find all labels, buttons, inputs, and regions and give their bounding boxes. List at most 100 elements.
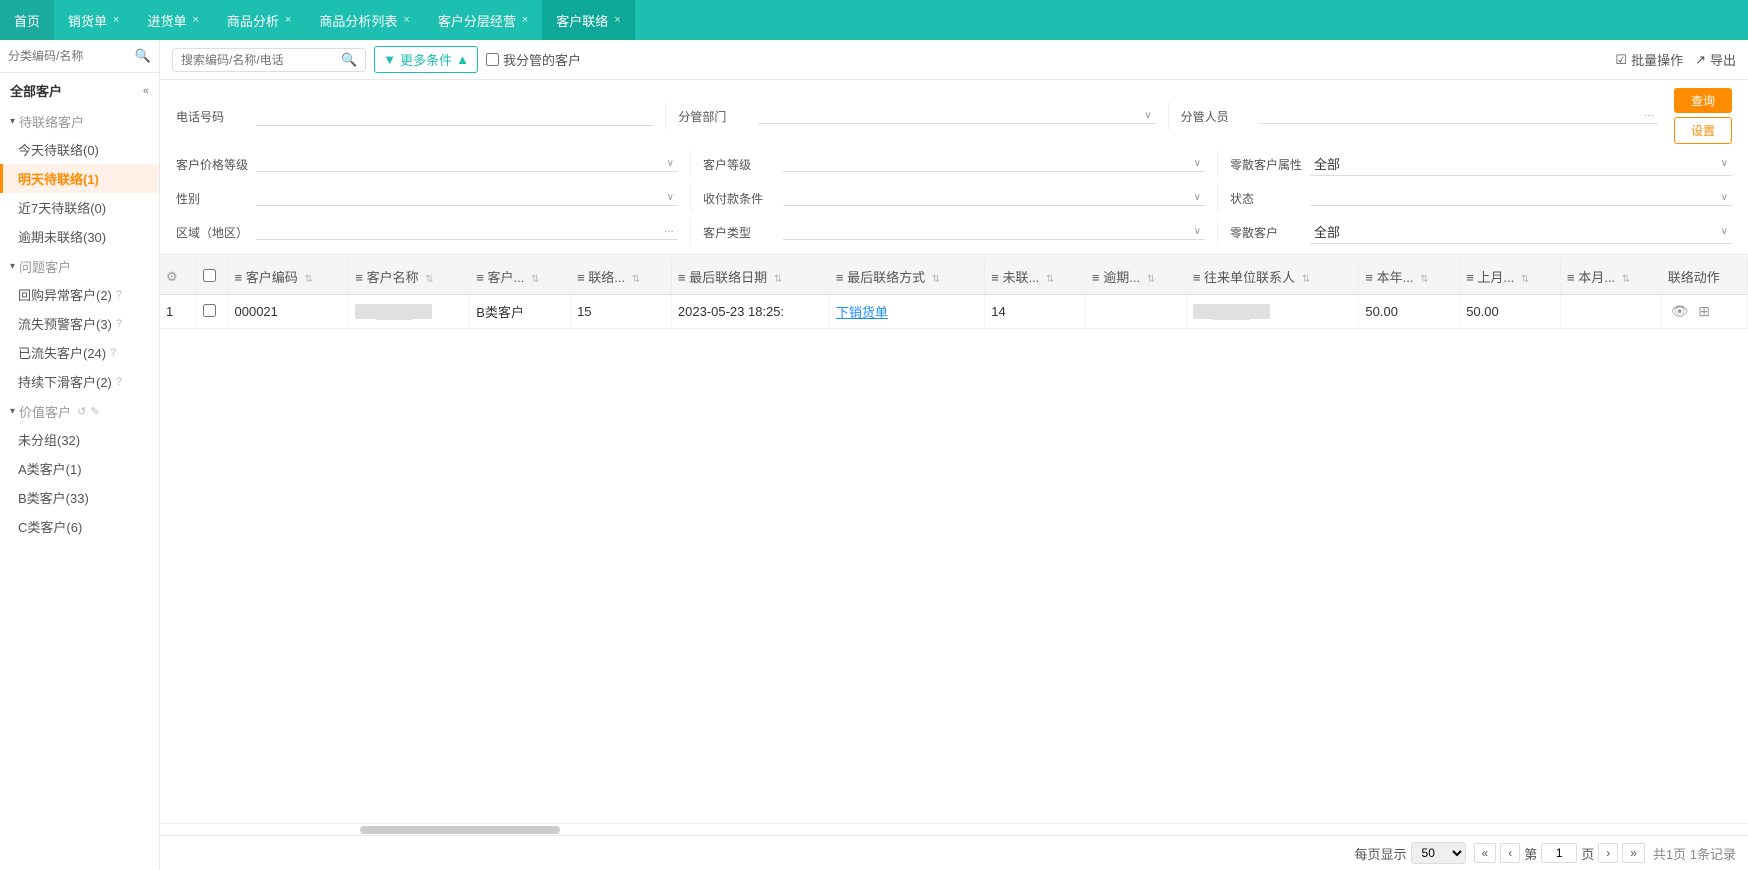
sort-icon: ⇅ xyxy=(1147,274,1155,285)
close-icon[interactable]: × xyxy=(614,14,620,26)
sidebar-item-tomorrow-contact[interactable]: 明天待联络(1) xyxy=(0,164,159,193)
chevron-down-icon: ∨ xyxy=(1194,226,1201,237)
filter-divider2 xyxy=(1168,102,1169,130)
select-all-checkbox[interactable] xyxy=(203,269,216,282)
th-overdue[interactable]: ≡ 逾期... ⇅ xyxy=(1086,259,1187,295)
page-input[interactable] xyxy=(1541,843,1577,863)
nav-customer-segment[interactable]: 客户分层经营 × xyxy=(424,0,542,40)
refresh-icon[interactable]: ↺ xyxy=(77,405,86,418)
gender-select[interactable]: ∨ xyxy=(256,190,678,206)
nav-sales-order[interactable]: 销货单 × xyxy=(54,0,133,40)
search-icon[interactable]: 🔍 xyxy=(341,52,357,68)
edit-icon[interactable]: ✎ xyxy=(90,405,99,418)
gender-label: 性别 xyxy=(176,190,256,207)
sidebar-item-7days-contact[interactable]: 近7天待联络(0) xyxy=(0,193,159,222)
grade-select[interactable]: ∨ xyxy=(783,156,1205,172)
search-input[interactable] xyxy=(181,53,341,67)
th-contacts[interactable]: ≡ 往来单位联系人 ⇅ xyxy=(1186,259,1359,295)
chevron-down-icon: ∨ xyxy=(1194,158,1201,169)
region-select[interactable]: ··· xyxy=(256,224,678,240)
status-select[interactable]: ∨ xyxy=(1310,190,1732,206)
last-page-btn[interactable]: » xyxy=(1622,843,1645,863)
sidebar-item-churned[interactable]: 已流失客户(24) ? xyxy=(0,338,159,367)
filter-area: 电话号码 分管部门 ∨ 分管人员 ··· xyxy=(160,80,1748,255)
sidebar-item-class-b[interactable]: B类客户(33) xyxy=(0,483,159,512)
filter-more-btn[interactable]: ▼ 更多条件 ▲ xyxy=(374,46,478,73)
settings-icon[interactable]: ⚙ xyxy=(166,269,178,284)
sidebar-item-declining[interactable]: 持续下滑客户(2) ? xyxy=(0,367,159,396)
sidebar-item-class-c[interactable]: C类客户(6) xyxy=(0,512,159,541)
phone-label: 电话号码 xyxy=(176,108,256,125)
manager-select[interactable]: ··· xyxy=(1261,108,1658,124)
th-customer-code[interactable]: ≡ 客户编码 ⇅ xyxy=(228,259,349,295)
close-icon[interactable]: × xyxy=(285,14,291,26)
sidebar-item-churn-warning[interactable]: 流失预警客户(3) ? xyxy=(0,309,159,338)
sidebar-search-input[interactable] xyxy=(8,49,135,63)
nav-home[interactable]: 首页 xyxy=(0,0,54,40)
reset-button[interactable]: 设置 xyxy=(1674,117,1732,144)
retail-customer-select[interactable]: 全部 ∨ xyxy=(1310,220,1732,244)
td-code: 000021 xyxy=(228,295,349,329)
filter-divider xyxy=(665,102,666,130)
phone-input[interactable] xyxy=(256,107,653,126)
export-icon: ↗ xyxy=(1695,52,1706,68)
sidebar-all-customers[interactable]: 全部客户 « xyxy=(0,73,159,106)
close-icon[interactable]: × xyxy=(522,14,528,26)
nav-purchase-order[interactable]: 进货单 × xyxy=(133,0,212,40)
th-contact-count[interactable]: ≡ 联络... ⇅ xyxy=(571,259,672,295)
my-customers-checkbox-label[interactable]: 我分管的客户 xyxy=(486,50,581,69)
filter-cell-phone: 电话号码 xyxy=(176,102,653,130)
close-icon[interactable]: × xyxy=(192,14,198,26)
prev-page-btn[interactable]: ‹ xyxy=(1500,843,1520,863)
search-icon[interactable]: 🔍 xyxy=(135,48,151,64)
th-customer-name[interactable]: ≡ 客户名称 ⇅ xyxy=(349,259,470,295)
page-size-select[interactable]: 50 10 20 100 xyxy=(1411,842,1466,864)
sort-icon: ⇅ xyxy=(1302,274,1310,285)
sort-icon: ⇅ xyxy=(531,274,539,285)
payment-select[interactable]: ∨ xyxy=(783,190,1205,206)
sidebar-item-ungrouped[interactable]: 未分组(32) xyxy=(0,425,159,454)
horizontal-scrollbar[interactable] xyxy=(360,826,560,834)
th-uncontacted[interactable]: ≡ 未联... ⇅ xyxy=(985,259,1086,295)
sidebar-item-class-a[interactable]: A类客户(1) xyxy=(0,454,159,483)
view-icon[interactable]: 👁 xyxy=(1671,303,1689,319)
help-icon: ? xyxy=(110,347,116,359)
export-btn[interactable]: ↗ 导出 xyxy=(1695,50,1736,69)
price-level-select[interactable]: ∨ xyxy=(256,156,678,172)
table-row: 1 000021 ████ B类客户 15 2023-05-23 18:25: … xyxy=(160,295,1748,329)
th-last-month[interactable]: ≡ 上月... ⇅ xyxy=(1460,259,1561,295)
close-icon[interactable]: × xyxy=(113,14,119,26)
sidebar-item-repurchase-abnormal[interactable]: 回购异常客户(2) ? xyxy=(0,280,159,309)
table-wrapper: ⚙ ≡ 客户编码 ⇅ ≡ 客户名称 ⇅ xyxy=(160,259,1748,823)
row-checkbox[interactable] xyxy=(203,304,216,317)
batch-operation-btn[interactable]: ☑ 批量操作 xyxy=(1615,50,1683,69)
grid-icon[interactable]: ⊞ xyxy=(1698,303,1710,319)
chevron-down-icon: ∨ xyxy=(1721,226,1728,237)
filter-cell-customer-type: 客户类型 ∨ xyxy=(703,218,1205,246)
sidebar-item-overdue-contact[interactable]: 逾期未联络(30) xyxy=(0,222,159,251)
scrollbar-area[interactable] xyxy=(160,823,1748,835)
nav-product-analysis-list[interactable]: 商品分析列表 × xyxy=(305,0,423,40)
th-this-month[interactable]: ≡ 本月... ⇅ xyxy=(1560,259,1661,295)
th-this-year[interactable]: ≡ 本年... ⇅ xyxy=(1359,259,1460,295)
dept-select[interactable]: ∨ xyxy=(758,108,1155,124)
next-page-btn[interactable]: › xyxy=(1598,843,1618,863)
more-icon: ··· xyxy=(1644,110,1654,121)
th-last-contact-date[interactable]: ≡ 最后联络日期 ⇅ xyxy=(671,259,829,295)
th-customer-type[interactable]: ≡ 客户... ⇅ xyxy=(470,259,571,295)
my-customers-checkbox[interactable] xyxy=(486,53,499,66)
close-icon[interactable]: × xyxy=(403,14,409,26)
sidebar-body: 全部客户 « 待联络客户 今天待联络(0) 明天待联络(1) 近7天待联络(0)… xyxy=(0,73,159,870)
retail-attr-label: 零散客户属性 xyxy=(1230,156,1310,173)
nav-customer-contact[interactable]: 客户联络 × xyxy=(542,0,634,40)
retail-attr-select[interactable]: 全部 ∨ xyxy=(1310,152,1732,176)
nav-product-analysis[interactable]: 商品分析 × xyxy=(213,0,305,40)
customer-type-select[interactable]: ∨ xyxy=(783,224,1205,240)
th-last-contact-way[interactable]: ≡ 最后联络方式 ⇅ xyxy=(829,259,984,295)
first-page-btn[interactable]: « xyxy=(1474,843,1497,863)
last-contact-way-link[interactable]: 下销货单 xyxy=(836,305,888,320)
filter-cell-retail-customer: 零散客户 全部 ∨ xyxy=(1230,218,1732,246)
query-button[interactable]: 查询 xyxy=(1674,88,1732,113)
sidebar: 🔍 全部客户 « 待联络客户 今天待联络(0) 明天待联络(1) 近7天待联络(… xyxy=(0,40,160,870)
sidebar-item-today-contact[interactable]: 今天待联络(0) xyxy=(0,135,159,164)
